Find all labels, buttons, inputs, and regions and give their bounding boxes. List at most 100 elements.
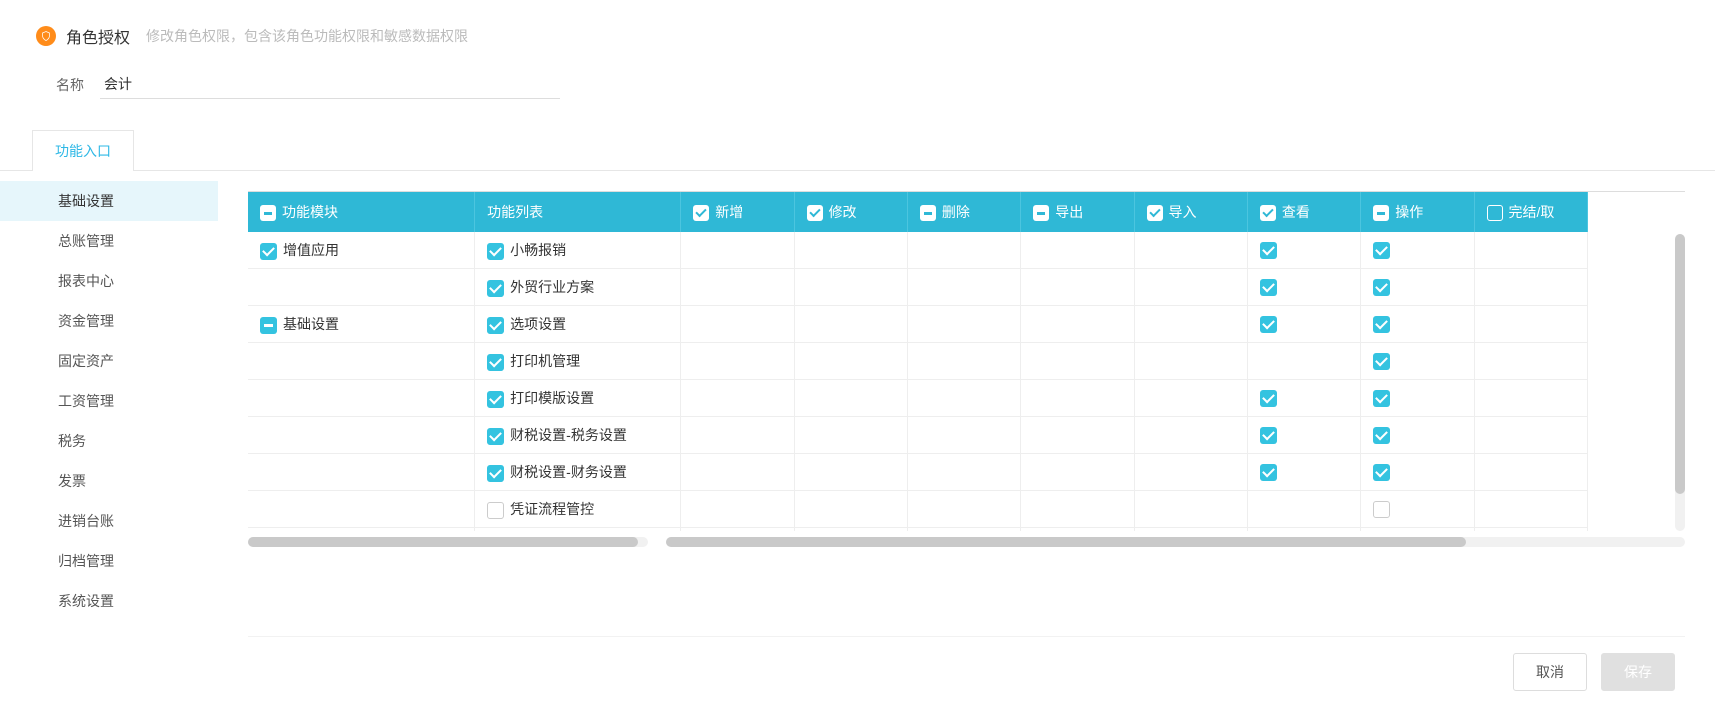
action-cell-4 <box>1134 343 1247 380</box>
action-cell-7 <box>1474 343 1587 380</box>
col-checkbox-2[interactable] <box>693 205 709 221</box>
function-label: 打印模版设置 <box>510 390 594 406</box>
hscroll-left-thumb[interactable] <box>248 537 638 547</box>
function-checkbox[interactable] <box>487 280 504 297</box>
action-checkbox[interactable] <box>1373 353 1390 370</box>
module-checkbox[interactable] <box>260 317 277 334</box>
sidebar: 基础设置总账管理报表中心资金管理固定资产工资管理税务发票进销台账归档管理系统设置 <box>0 171 218 651</box>
action-cell-2 <box>907 343 1020 380</box>
col-checkbox-7[interactable] <box>1260 205 1276 221</box>
tab-function-entry[interactable]: 功能入口 <box>32 130 134 171</box>
col-header-0[interactable]: 功能模块 <box>248 192 475 232</box>
action-cell-7 <box>1474 380 1587 417</box>
function-label: 打印机管理 <box>510 353 580 369</box>
function-checkbox[interactable] <box>487 391 504 408</box>
sidebar-item-7[interactable]: 发票 <box>0 461 218 501</box>
action-checkbox[interactable] <box>1373 390 1390 407</box>
sidebar-item-0[interactable]: 基础设置 <box>0 181 218 221</box>
action-checkbox[interactable] <box>1260 464 1277 481</box>
action-cell-1 <box>794 491 907 528</box>
col-header-6[interactable]: 导入 <box>1134 192 1247 232</box>
action-cell-1 <box>794 528 907 532</box>
content-area: 功能模块功能列表新增修改删除导出导入查看操作完结/取 增值应用小畅报销外贸行业方… <box>218 171 1715 651</box>
page-subtitle: 修改角色权限，包含该角色功能权限和敏感数据权限 <box>146 26 468 46</box>
vertical-scrollbar-thumb[interactable] <box>1675 234 1685 494</box>
action-cell-6 <box>1361 232 1474 269</box>
role-name-input[interactable] <box>100 70 560 99</box>
action-cell-1 <box>794 269 907 306</box>
permission-table-wrap[interactable]: 功能模块功能列表新增修改删除导出导入查看操作完结/取 增值应用小畅报销外贸行业方… <box>248 191 1685 531</box>
col-header-4[interactable]: 删除 <box>907 192 1020 232</box>
col-header-9[interactable]: 完结/取 <box>1474 192 1587 232</box>
action-checkbox[interactable] <box>1373 242 1390 259</box>
action-checkbox[interactable] <box>1373 279 1390 296</box>
function-checkbox[interactable] <box>487 243 504 260</box>
action-cell-7 <box>1474 269 1587 306</box>
action-checkbox[interactable] <box>1260 427 1277 444</box>
col-label-0: 功能模块 <box>282 204 338 220</box>
col-label-6: 导入 <box>1169 204 1197 220</box>
action-cell-7 <box>1474 417 1587 454</box>
action-cell-1 <box>794 380 907 417</box>
action-cell-3 <box>1021 343 1134 380</box>
action-checkbox[interactable] <box>1373 501 1390 518</box>
col-header-5[interactable]: 导出 <box>1021 192 1134 232</box>
sidebar-item-8[interactable]: 进销台账 <box>0 501 218 541</box>
sidebar-item-10[interactable]: 系统设置 <box>0 581 218 621</box>
col-checkbox-0[interactable] <box>260 205 276 221</box>
sidebar-item-2[interactable]: 报表中心 <box>0 261 218 301</box>
hscroll-right[interactable] <box>666 537 1685 547</box>
save-button[interactable]: 保存 <box>1601 653 1675 691</box>
action-checkbox[interactable] <box>1373 316 1390 333</box>
hscroll-left[interactable] <box>248 537 648 547</box>
hscroll-right-thumb[interactable] <box>666 537 1466 547</box>
action-cell-0 <box>681 232 794 269</box>
module-checkbox[interactable] <box>260 243 277 260</box>
function-checkbox[interactable] <box>487 465 504 482</box>
function-cell: 小畅报销 <box>475 232 681 269</box>
action-cell-6 <box>1361 306 1474 343</box>
action-cell-2 <box>907 454 1020 491</box>
sidebar-item-3[interactable]: 资金管理 <box>0 301 218 341</box>
action-cell-5 <box>1247 454 1360 491</box>
function-checkbox[interactable] <box>487 502 504 519</box>
cancel-button[interactable]: 取消 <box>1513 653 1587 691</box>
action-cell-7 <box>1474 232 1587 269</box>
action-checkbox[interactable] <box>1260 390 1277 407</box>
action-cell-2 <box>907 417 1020 454</box>
function-cell: 外贸行业方案 <box>475 269 681 306</box>
col-header-3[interactable]: 修改 <box>794 192 907 232</box>
action-cell-6 <box>1361 417 1474 454</box>
action-checkbox[interactable] <box>1373 464 1390 481</box>
col-checkbox-3[interactable] <box>807 205 823 221</box>
col-checkbox-6[interactable] <box>1147 205 1163 221</box>
function-cell: 打印模版设置 <box>475 380 681 417</box>
col-checkbox-9[interactable] <box>1487 205 1503 221</box>
action-checkbox[interactable] <box>1373 427 1390 444</box>
sidebar-item-6[interactable]: 税务 <box>0 421 218 461</box>
action-checkbox[interactable] <box>1260 316 1277 333</box>
action-checkbox[interactable] <box>1260 242 1277 259</box>
col-header-1[interactable]: 功能列表 <box>475 192 681 232</box>
sidebar-item-1[interactable]: 总账管理 <box>0 221 218 261</box>
col-checkbox-5[interactable] <box>1033 205 1049 221</box>
col-header-2[interactable]: 新增 <box>681 192 794 232</box>
col-label-5: 导出 <box>1055 204 1083 220</box>
vertical-scrollbar[interactable] <box>1675 234 1685 531</box>
action-checkbox[interactable] <box>1260 279 1277 296</box>
function-checkbox[interactable] <box>487 354 504 371</box>
function-checkbox[interactable] <box>487 317 504 334</box>
col-header-7[interactable]: 查看 <box>1247 192 1360 232</box>
action-cell-6 <box>1361 491 1474 528</box>
sidebar-item-9[interactable]: 归档管理 <box>0 541 218 581</box>
sidebar-item-5[interactable]: 工资管理 <box>0 381 218 421</box>
action-cell-0 <box>681 528 794 532</box>
function-label: 财税设置-税务设置 <box>510 427 627 443</box>
module-cell <box>248 269 475 306</box>
function-checkbox[interactable] <box>487 428 504 445</box>
col-header-8[interactable]: 操作 <box>1361 192 1474 232</box>
page-header: 角色授权 修改角色权限，包含该角色功能权限和敏感数据权限 <box>0 0 1715 60</box>
col-checkbox-8[interactable] <box>1373 205 1389 221</box>
sidebar-item-4[interactable]: 固定资产 <box>0 341 218 381</box>
col-checkbox-4[interactable] <box>920 205 936 221</box>
